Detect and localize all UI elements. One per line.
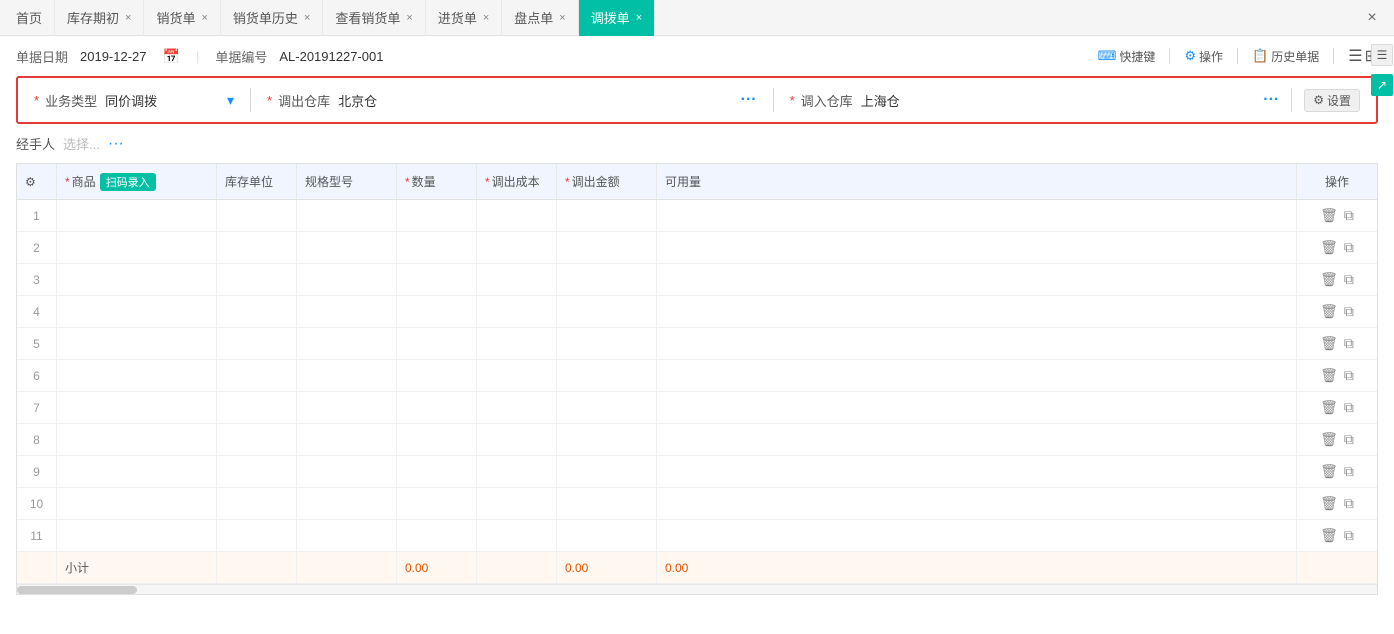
product-table: ⚙ * 商品 扫码录入 库存单位 规格型号 * 数量 * 调出成本 * — [16, 163, 1378, 595]
person-row: 经手人 选择... ··· — [16, 134, 1378, 153]
shortcuts-action[interactable]: ⌨ 快捷键 — [1098, 48, 1156, 65]
form-header-right: ⌨ 快捷键 ⚙ 操作 📋 历史单据 ☰ ⊞ — [1098, 46, 1378, 66]
copy-icon-1[interactable]: ⧉ — [1344, 207, 1354, 224]
table-row-7: 7 🗑 ⧉ — [17, 392, 1377, 424]
close-tab-view-sales[interactable]: × — [406, 12, 412, 24]
delete-icon-6[interactable]: 🗑 — [1320, 367, 1338, 384]
subtotal-row: 小计 0.00 0.00 0.00 — [17, 552, 1377, 584]
th-product: * 商品 扫码录入 — [57, 164, 217, 199]
doc-value: AL-20191227-001 — [279, 49, 383, 64]
table-row-3: 3 🗑 ⧉ — [17, 264, 1377, 296]
th-available: 可用量 — [657, 164, 1297, 199]
th-spec: 规格型号 — [297, 164, 397, 199]
th-unit: 库存单位 — [217, 164, 297, 199]
subtotal-qty: 0.00 — [397, 552, 477, 583]
out-warehouse-dots[interactable]: ··· — [741, 91, 757, 109]
close-tab-purchase[interactable]: × — [483, 12, 489, 24]
doc-label: 单据编号 — [215, 47, 267, 66]
tab-sales[interactable]: 销货单 × — [144, 0, 220, 36]
delete-icon-11[interactable]: 🗑 — [1320, 527, 1338, 544]
tab-inventory-init[interactable]: 库存期初 × — [55, 0, 144, 36]
form-header: 单据日期 2019-12-27 📅 | 单据编号 AL-20191227-001… — [16, 46, 1378, 66]
copy-icon-2[interactable]: ⧉ — [1344, 239, 1354, 256]
table-rows-container: 1 🗑 ⧉ 2 🗑 ⧉ 3 — [17, 200, 1377, 520]
out-warehouse-field: * 调出仓库 北京仓 ··· — [267, 91, 757, 110]
copy-icon-4[interactable]: ⧉ — [1344, 303, 1354, 320]
tab-purchase[interactable]: 进货单 × — [426, 0, 502, 36]
tab-stocktake[interactable]: 盘点单 × — [502, 0, 578, 36]
right-sidebar: ☰ ↗ — [1370, 36, 1394, 96]
history-action[interactable]: 📋 历史单据 — [1252, 48, 1319, 65]
date-value: 2019-12-27 — [80, 49, 147, 64]
operations-action[interactable]: ⚙ 操作 — [1184, 48, 1223, 65]
horizontal-scrollbar[interactable] — [17, 584, 1377, 594]
copy-icon-9[interactable]: ⧉ — [1344, 463, 1354, 480]
close-tab-inventory-init[interactable]: × — [125, 12, 131, 24]
close-tab-transfer[interactable]: × — [636, 12, 642, 24]
copy-icon-11[interactable]: ⧉ — [1344, 527, 1354, 544]
scan-button[interactable]: 扫码录入 — [100, 173, 156, 191]
table-row-1: 1 🗑 ⧉ — [17, 200, 1377, 232]
copy-icon-7[interactable]: ⧉ — [1344, 399, 1354, 416]
table-row-11: 11 🗑 ⧉ — [17, 520, 1377, 552]
th-cost: * 调出成本 — [477, 164, 557, 199]
subtotal-cost: 0.00 — [557, 552, 657, 583]
warehouse-section: * 业务类型 同价调拨 ▾ * 调出仓库 北京仓 ··· * 调入仓库 上海仓 … — [16, 76, 1378, 124]
copy-icon-8[interactable]: ⧉ — [1344, 431, 1354, 448]
tab-view-sales[interactable]: 查看销货单 × — [323, 0, 425, 36]
close-tab-stocktake[interactable]: × — [559, 12, 565, 24]
biz-type-dropdown[interactable]: ▾ — [227, 92, 234, 109]
form-header-left: 单据日期 2019-12-27 📅 | 单据编号 AL-20191227-001 — [16, 47, 383, 66]
copy-icon-3[interactable]: ⧉ — [1344, 271, 1354, 288]
th-amount: * 调出金额 — [557, 164, 657, 199]
calendar-icon[interactable]: 📅 — [163, 48, 180, 65]
delete-icon-7[interactable]: 🗑 — [1320, 399, 1338, 416]
th-gear[interactable]: ⚙ — [17, 164, 57, 199]
subtotal-amount: 0.00 — [657, 552, 1297, 583]
table-row-8: 8 🗑 ⧉ — [17, 424, 1377, 456]
table-row-4: 4 🗑 ⧉ — [17, 296, 1377, 328]
th-qty: * 数量 — [397, 164, 477, 199]
table-row-6: 6 🗑 ⧉ — [17, 360, 1377, 392]
window-close-button[interactable]: × — [1354, 0, 1390, 36]
table-row-10: 10 🗑 ⧉ — [17, 488, 1377, 520]
copy-icon-5[interactable]: ⧉ — [1344, 335, 1354, 352]
delete-icon-1[interactable]: 🗑 — [1320, 207, 1338, 224]
tab-transfer[interactable]: 调拨单 × — [579, 0, 655, 36]
in-warehouse-field: * 调入仓库 上海仓 ··· — [790, 91, 1280, 110]
copy-icon-10[interactable]: ⧉ — [1344, 495, 1354, 512]
table-row-5: 5 🗑 ⧉ — [17, 328, 1377, 360]
biz-type-field: * 业务类型 同价调拨 ▾ — [34, 91, 234, 110]
delete-icon-4[interactable]: 🗑 — [1320, 303, 1338, 320]
delete-icon-5[interactable]: 🗑 — [1320, 335, 1338, 352]
delete-icon-10[interactable]: 🗑 — [1320, 495, 1338, 512]
view-toggle-list[interactable]: ☰ — [1348, 46, 1362, 66]
tab-sales-history[interactable]: 销货单历史 × — [221, 0, 323, 36]
person-dots[interactable]: ··· — [108, 135, 124, 153]
delete-icon-2[interactable]: 🗑 — [1320, 239, 1338, 256]
close-tab-sales[interactable]: × — [201, 12, 207, 24]
delete-icon-9[interactable]: 🗑 — [1320, 463, 1338, 480]
sidebar-list-icon[interactable]: ☰ — [1371, 44, 1393, 66]
tab-home[interactable]: 首页 — [4, 0, 55, 36]
table-row-9: 9 🗑 ⧉ — [17, 456, 1377, 488]
delete-icon-3[interactable]: 🗑 — [1320, 271, 1338, 288]
settings-icon: ⚙ — [25, 175, 36, 189]
table-header: ⚙ * 商品 扫码录入 库存单位 规格型号 * 数量 * 调出成本 * — [17, 164, 1377, 200]
sidebar-expand-icon[interactable]: ↗ — [1371, 74, 1393, 96]
scroll-thumb[interactable] — [17, 586, 137, 594]
in-warehouse-dots[interactable]: ··· — [1263, 91, 1279, 109]
main-content: 单据日期 2019-12-27 📅 | 单据编号 AL-20191227-001… — [0, 36, 1394, 605]
settings-button[interactable]: ⚙ 设置 — [1304, 89, 1360, 112]
delete-icon-8[interactable]: 🗑 — [1320, 431, 1338, 448]
close-tab-sales-history[interactable]: × — [304, 12, 310, 24]
table-row-2: 2 🗑 ⧉ — [17, 232, 1377, 264]
th-action: 操作 — [1297, 164, 1377, 199]
date-label: 单据日期 — [16, 47, 68, 66]
tab-bar: 首页 库存期初 × 销货单 × 销货单历史 × 查看销货单 × 进货单 × 盘点… — [0, 0, 1394, 36]
gear-icon: ⚙ — [1313, 93, 1324, 107]
person-select[interactable]: 选择... — [63, 134, 100, 153]
copy-icon-6[interactable]: ⧉ — [1344, 367, 1354, 384]
